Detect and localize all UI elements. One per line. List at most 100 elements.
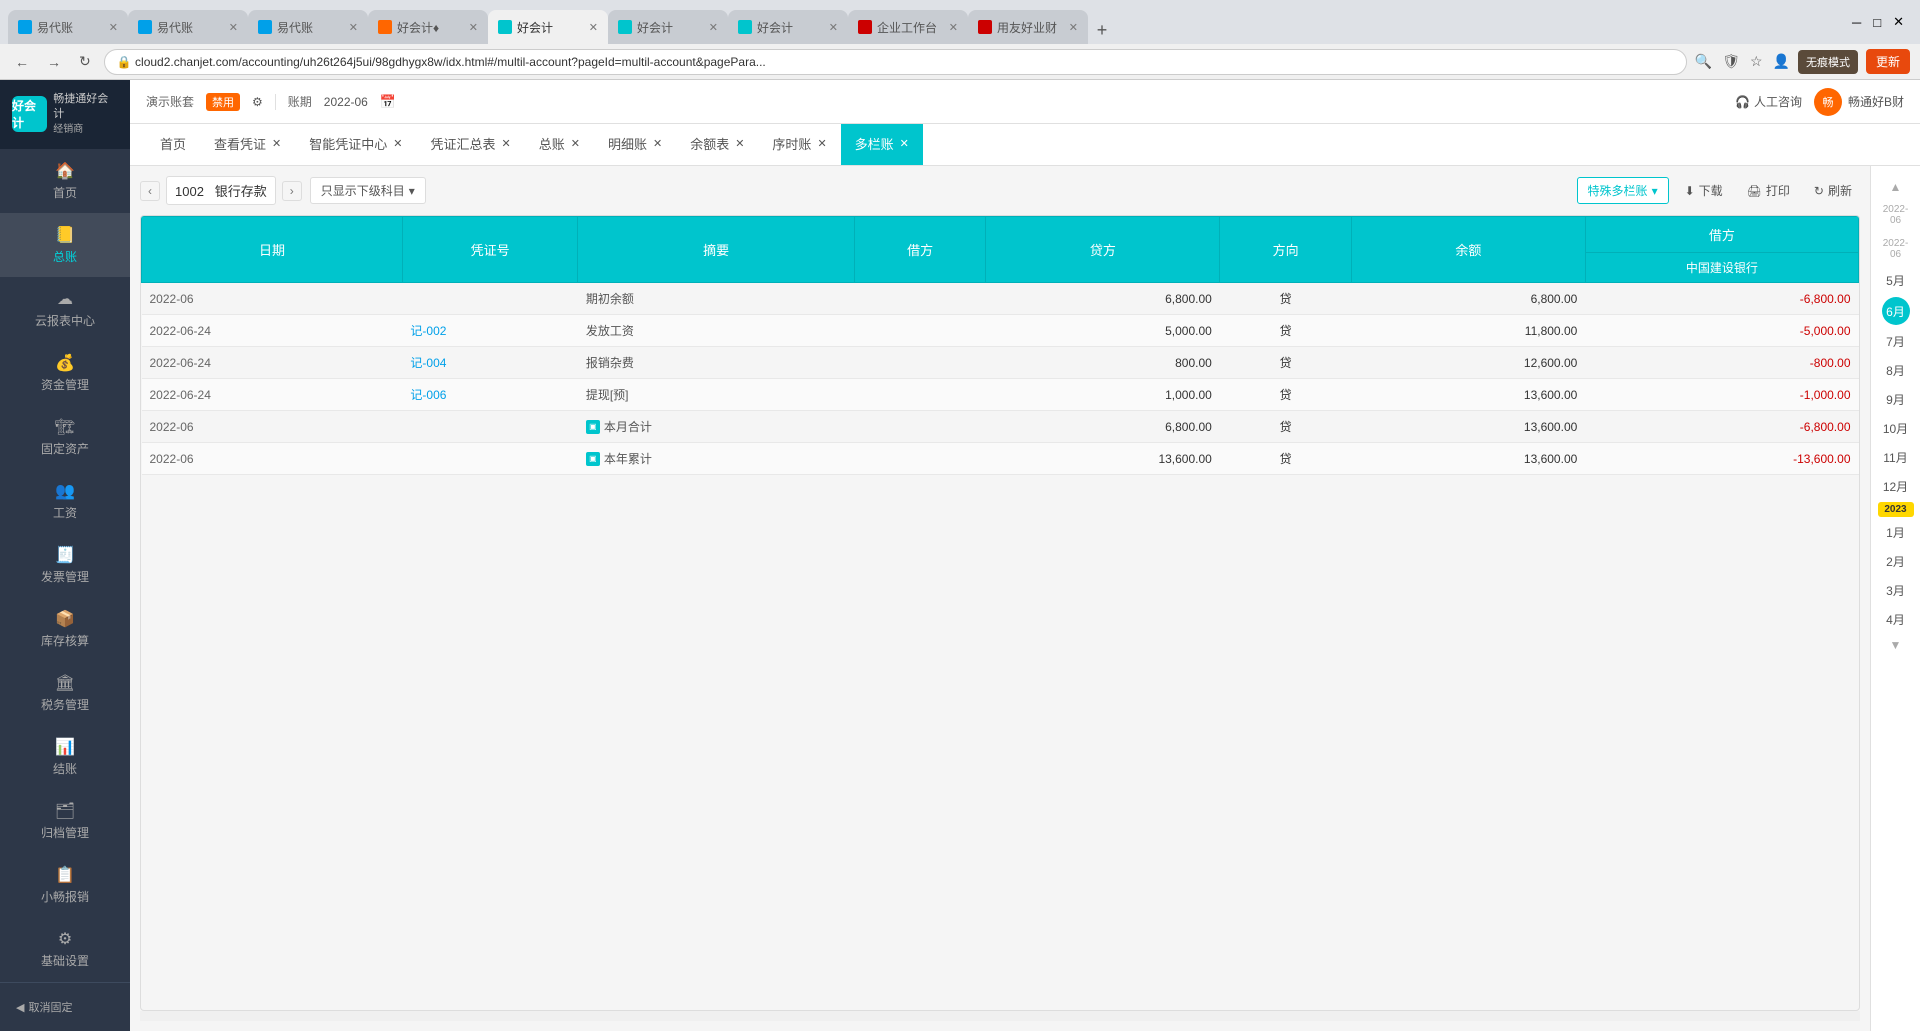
sidebar-item-发票管理[interactable]: 🧾 发票管理 [0, 533, 130, 597]
sidebar-item-资金管理[interactable]: 💰 资金管理 [0, 341, 130, 405]
tab-close-button[interactable]: ✕ [1069, 21, 1078, 34]
sidebar-item-结账[interactable]: 📊 结账 [0, 725, 130, 789]
multi-col-button[interactable]: 特殊多栏账 ▾ [1577, 177, 1669, 204]
scroll-up-button[interactable]: ▲ [1886, 176, 1906, 198]
tab-close-button[interactable]: ✕ [272, 137, 281, 150]
status-tag[interactable]: 禁用 [206, 93, 240, 111]
toolbar-right: 🎧 人工咨询 畅 畅通好B财 [1735, 88, 1904, 116]
ledger-area: ‹ 1002 银行存款 › 只显示下级科目 ▾ [130, 166, 1870, 1031]
sidebar-item-库存核算[interactable]: 📦 库存核算 [0, 597, 130, 661]
tab-close-button[interactable]: ✕ [589, 21, 598, 34]
bookmark-icon[interactable]: ☆ [1750, 53, 1763, 70]
tab-close-button[interactable]: ✕ [900, 137, 909, 150]
sidebar-item-首页[interactable]: 🏠 首页 [0, 149, 130, 213]
page-tab-明细账[interactable]: 明细账✕ [594, 124, 676, 166]
forward-button[interactable]: → [42, 51, 66, 73]
month-item-8月[interactable]: 8月 [1878, 357, 1914, 384]
tab-close-button[interactable]: ✕ [229, 21, 238, 34]
period-value[interactable]: 2022-06 [324, 95, 368, 109]
profile-icon[interactable]: 👤 [1773, 53, 1790, 70]
month-item-6月[interactable]: 6月 [1882, 297, 1910, 325]
month-item-7月[interactable]: 7月 [1878, 328, 1914, 355]
cell-voucher[interactable]: 记-006 [402, 379, 577, 411]
settings-icon[interactable]: ⚙ [252, 95, 263, 109]
browser-tab-1[interactable]: 易代账 ✕ [8, 10, 128, 44]
tab-close-button[interactable]: ✕ [502, 137, 511, 150]
next-account-button[interactable]: › [282, 181, 302, 201]
refresh-button[interactable]: ↻ 刷新 [1806, 178, 1860, 203]
search-icon[interactable]: 🔍 [1695, 53, 1712, 70]
month-item-1月[interactable]: 1月 [1878, 519, 1914, 546]
summary-icon: ▣ [586, 452, 600, 466]
month-item-9月[interactable]: 9月 [1878, 386, 1914, 413]
month-item-12月[interactable]: 12月 [1878, 473, 1914, 500]
incognito-button[interactable]: 无痕模式 [1798, 50, 1858, 74]
scroll-down-button[interactable]: ▼ [1886, 634, 1906, 656]
tab-icon [978, 20, 992, 34]
collapse-button[interactable]: ◀ 取消固定 [10, 993, 120, 1021]
sidebar-item-固定资产[interactable]: 🏗 固定资产 [0, 405, 130, 469]
page-tab-总账[interactable]: 总账✕ [525, 124, 594, 166]
month-item-10月[interactable]: 10月 [1878, 415, 1914, 442]
tab-close-button[interactable]: ✕ [735, 137, 744, 150]
new-tab-button[interactable]: + [1088, 16, 1116, 44]
horizontal-scrollbar[interactable] [140, 1011, 1860, 1021]
page-tab-凭证汇总表[interactable]: 凭证汇总表✕ [416, 124, 524, 166]
tab-close-button[interactable]: ✕ [653, 137, 662, 150]
tab-close-button[interactable]: ✕ [949, 21, 958, 34]
shield-icon[interactable]: 🛡 [1722, 53, 1740, 70]
page-tab-首页[interactable]: 首页 [146, 124, 200, 166]
maximize-icon[interactable]: □ [1873, 15, 1881, 30]
browser-tab-4[interactable]: 好会计♦ ✕ [368, 10, 488, 44]
page-tab-多栏账[interactable]: 多栏账✕ [841, 124, 923, 166]
month-item-4月[interactable]: 4月 [1878, 606, 1914, 633]
page-tab-序时账[interactable]: 序时账✕ [758, 124, 840, 166]
tab-close-button[interactable]: ✕ [393, 137, 402, 150]
browser-tab-5[interactable]: 好会计 ✕ [488, 10, 608, 44]
update-button[interactable]: 更新 [1866, 49, 1910, 74]
browser-tab-9[interactable]: 用友好业财 ✕ [968, 10, 1088, 44]
sidebar-item-云报表中心[interactable]: ☁ 云报表中心 [0, 277, 130, 341]
close-icon[interactable]: ✕ [1893, 14, 1904, 30]
tab-close-button[interactable]: ✕ [709, 21, 718, 34]
browser-tab-3[interactable]: 易代账 ✕ [248, 10, 368, 44]
consult-button[interactable]: 🎧 人工咨询 [1735, 93, 1802, 110]
download-button[interactable]: ⬇ 下载 [1677, 178, 1731, 203]
filter-dropdown[interactable]: 只显示下级科目 ▾ [310, 177, 426, 204]
sidebar-item-税务管理[interactable]: 🏛 税务管理 [0, 661, 130, 725]
cell-voucher [402, 283, 577, 315]
prev-account-button[interactable]: ‹ [140, 181, 160, 201]
refresh-button[interactable]: ↻ [74, 50, 96, 73]
tab-close-button[interactable]: ✕ [817, 137, 826, 150]
cell-voucher[interactable]: 记-004 [402, 347, 577, 379]
tab-close-button[interactable]: ✕ [469, 21, 478, 34]
sidebar-item-总账[interactable]: 📒 总账 [0, 213, 130, 277]
month-item-2月[interactable]: 2月 [1878, 548, 1914, 575]
url-bar[interactable]: 🔒 cloud2.chanjet.com/accounting/uh26t264… [104, 49, 1687, 75]
month-item-3月[interactable]: 3月 [1878, 577, 1914, 604]
sidebar-item-基础设置[interactable]: ⚙ 基础设置 [0, 917, 130, 981]
page-tab-余额表[interactable]: 余额表✕ [676, 124, 758, 166]
browser-tab-2[interactable]: 易代账 ✕ [128, 10, 248, 44]
tab-close-button[interactable]: ✕ [109, 21, 118, 34]
page-tab-查看凭证[interactable]: 查看凭证✕ [200, 124, 295, 166]
cell-direction: 贷 [1220, 379, 1352, 411]
browser-tab-7[interactable]: 好会计 ✕ [728, 10, 848, 44]
browser-tab-6[interactable]: 好会计 ✕ [608, 10, 728, 44]
cell-voucher[interactable]: 记-002 [402, 315, 577, 347]
month-item-11月[interactable]: 11月 [1878, 444, 1914, 471]
sidebar-item-小畅报销[interactable]: 📋 小畅报销 [0, 853, 130, 917]
minimize-icon[interactable]: ─ [1852, 15, 1861, 30]
tab-close-button[interactable]: ✕ [829, 21, 838, 34]
month-item-5月[interactable]: 5月 [1878, 267, 1914, 294]
tab-close-button[interactable]: ✕ [349, 21, 358, 34]
sidebar-item-归档管理[interactable]: 🗂 归档管理 [0, 789, 130, 853]
print-button[interactable]: 🖨 打印 [1739, 178, 1798, 203]
sidebar-item-工资[interactable]: 👥 工资 [0, 469, 130, 533]
back-button[interactable]: ← [10, 51, 34, 73]
calendar-icon[interactable]: 📅 [380, 94, 396, 110]
browser-tab-8[interactable]: 企业工作台 ✕ [848, 10, 968, 44]
page-tab-智能凭证中心[interactable]: 智能凭证中心✕ [295, 124, 416, 166]
tab-close-button[interactable]: ✕ [571, 137, 580, 150]
account-name: 1002 银行存款 [166, 176, 276, 205]
